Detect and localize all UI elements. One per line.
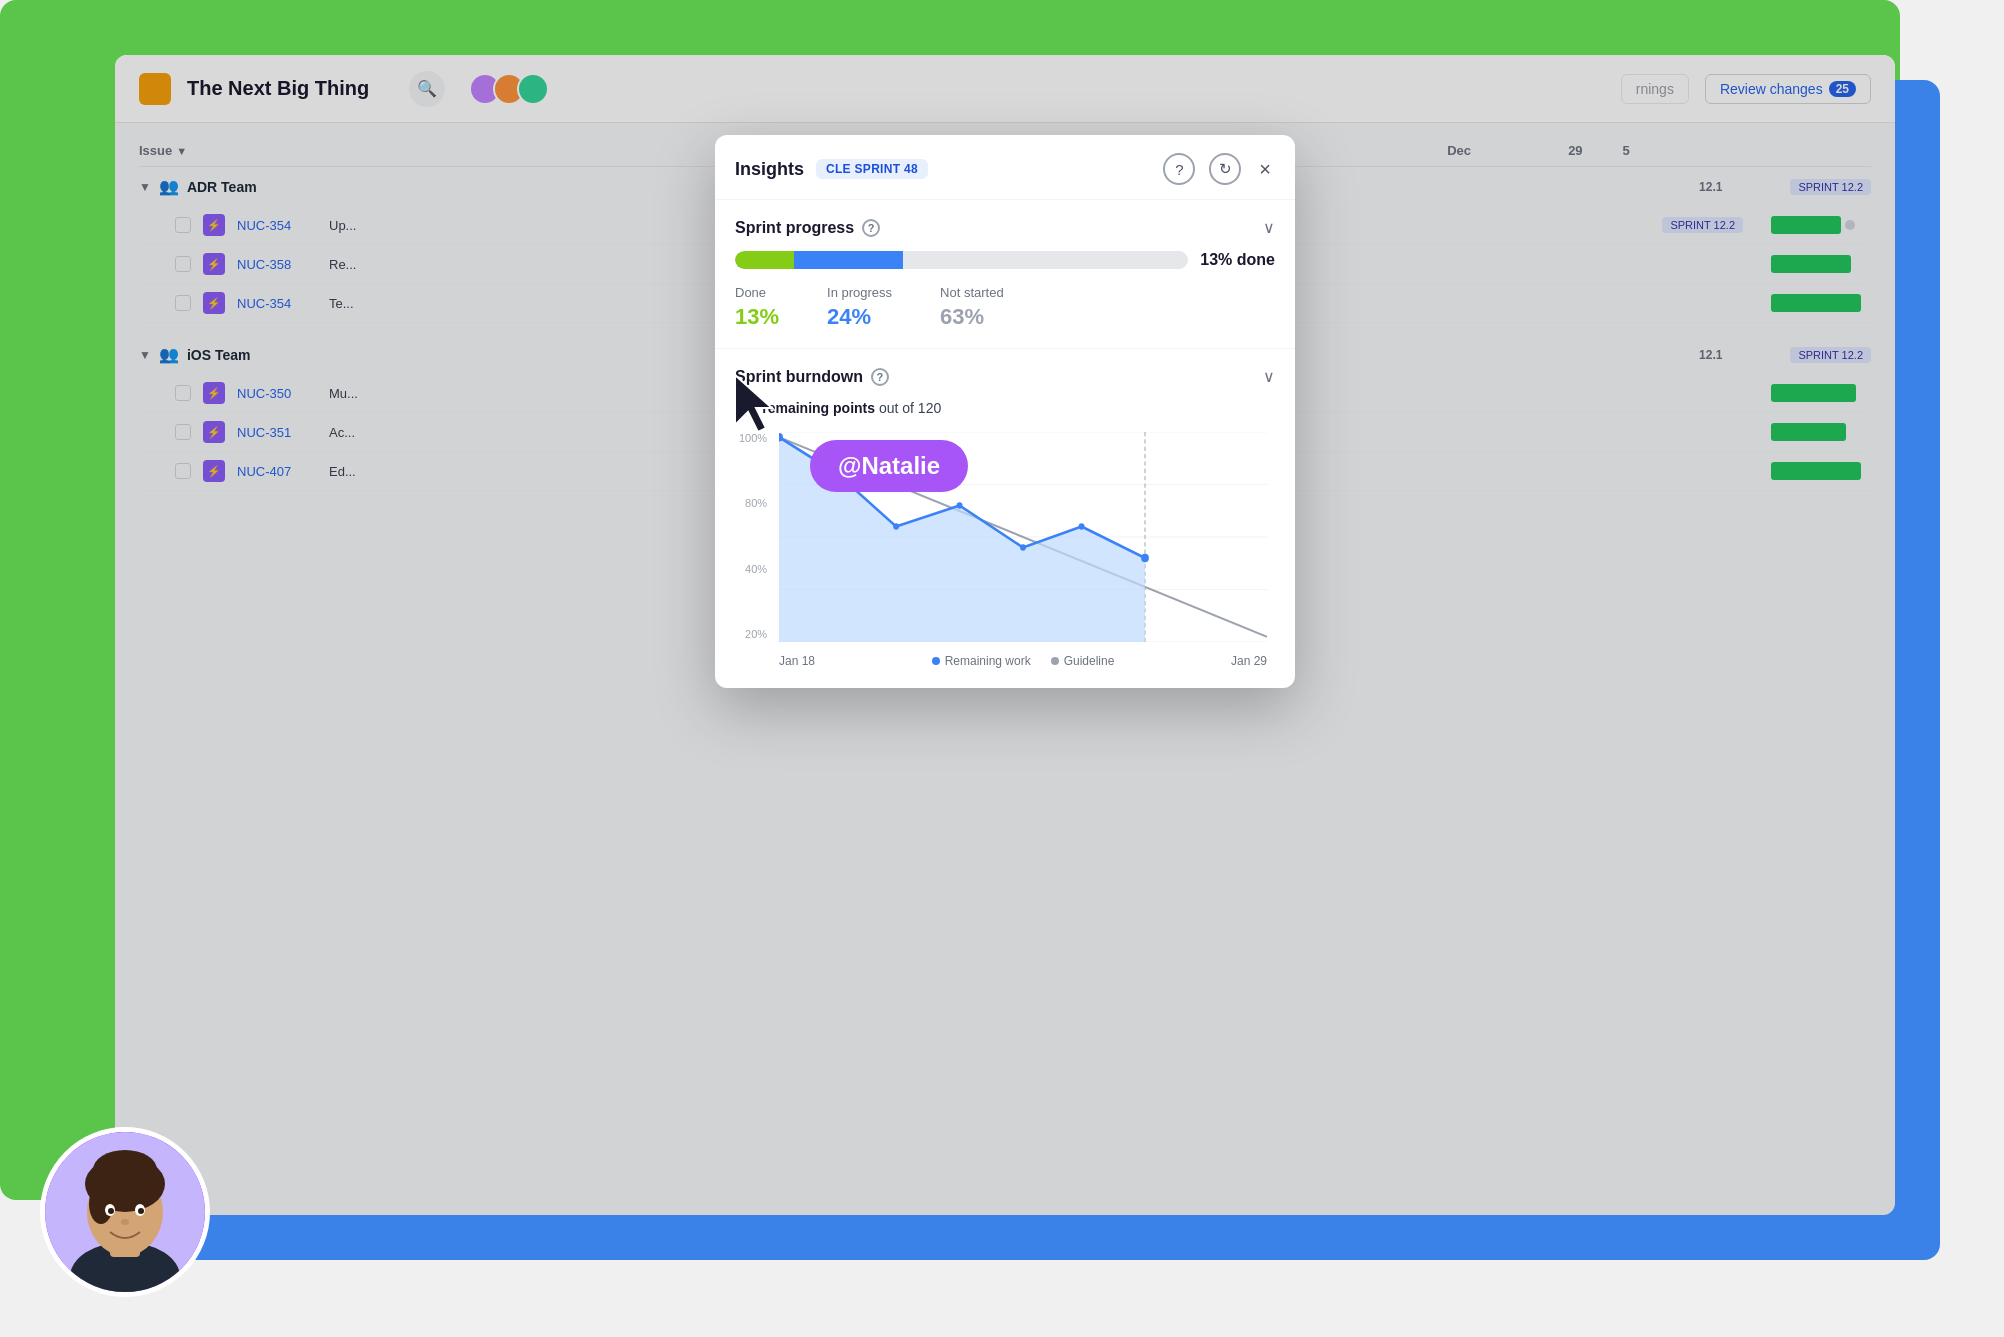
progress-percent-label: 13% done (1200, 251, 1275, 269)
sprint-badge: CLE SPRINT 48 (816, 159, 928, 179)
burndown-title: Sprint burndown (735, 368, 863, 386)
modal-overlay: Insights CLE SPRINT 48 ? ↻ × Sprint prog… (115, 55, 1895, 1215)
burndown-help[interactable]: ? (871, 368, 889, 386)
stat-inprogress-value: 24% (827, 304, 892, 330)
sprint-progress-collapse[interactable]: ∨ (1263, 218, 1275, 237)
svg-marker-7 (779, 437, 1145, 642)
svg-point-25 (108, 1208, 114, 1214)
stat-done-label: Done (735, 285, 779, 300)
legend-guideline-label: Guideline (1064, 654, 1115, 668)
y-axis-labels: 100% 80% 40% 20% (739, 432, 767, 640)
progress-done (735, 251, 794, 269)
burndown-chart-svg (779, 432, 1267, 642)
y-80: 80% (739, 497, 767, 509)
svg-point-10 (893, 523, 899, 529)
modal-header: Insights CLE SPRINT 48 ? ↻ × (715, 135, 1295, 200)
svg-point-9 (835, 471, 841, 477)
stat-done: Done 13% (735, 285, 779, 330)
legend-dot-gray (1051, 657, 1059, 665)
section-title: Sprint progress ? (735, 219, 880, 237)
burndown-section-header: Sprint burndown ? ∨ (735, 367, 1275, 386)
remaining-points: 100 remaining points (735, 400, 875, 416)
chart-wrapper: 100% 80% 40% 20% (779, 432, 1267, 668)
sprint-progress-title: Sprint progress (735, 219, 854, 237)
x-end-label: Jan 29 (1231, 654, 1267, 668)
stat-notstarted: Not started 63% (940, 285, 1004, 330)
sprint-burndown-section: Sprint burndown ? ∨ 100 remaining points… (715, 349, 1295, 688)
svg-point-21 (89, 1184, 113, 1224)
burndown-section-title: Sprint burndown ? (735, 368, 889, 386)
stat-notstarted-value: 63% (940, 304, 1004, 330)
profile-face-svg (45, 1132, 205, 1292)
question-icon: ? (1175, 161, 1183, 178)
help-button[interactable]: ? (1163, 153, 1195, 185)
svg-point-11 (957, 502, 963, 508)
insights-modal: Insights CLE SPRINT 48 ? ↻ × Sprint prog… (715, 135, 1295, 688)
x-start-label: Jan 18 (779, 654, 815, 668)
legend-guideline: Guideline (1051, 654, 1115, 668)
svg-point-22 (93, 1150, 157, 1190)
modal-header-actions: ? ↻ × (1163, 153, 1275, 185)
chart-footer: Jan 18 Remaining work Guideline Jan (779, 654, 1267, 668)
chart-legend: Remaining work Guideline (932, 654, 1115, 668)
legend-remaining-label: Remaining work (945, 654, 1031, 668)
stat-inprogress: In progress 24% (827, 285, 892, 330)
legend-dot-blue (932, 657, 940, 665)
refresh-button[interactable]: ↻ (1209, 153, 1241, 185)
y-20: 20% (739, 628, 767, 640)
progress-bar-container: 13% done (735, 251, 1275, 269)
refresh-icon: ↻ (1219, 160, 1232, 178)
y-40: 40% (739, 563, 767, 575)
app-window: The Next Big Thing 🔍 rnings Review chang… (115, 55, 1895, 1215)
modal-title: Insights (735, 159, 804, 180)
sprint-progress-help[interactable]: ? (862, 219, 880, 237)
svg-point-12 (1020, 544, 1026, 550)
svg-point-14 (1141, 554, 1149, 562)
progress-track (735, 251, 1188, 269)
burndown-subtitle: 100 remaining points out of 120 (735, 400, 1275, 416)
sprint-progress-section: Sprint progress ? ∨ 13% done Done 13% (715, 200, 1295, 349)
section-header: Sprint progress ? ∨ (735, 218, 1275, 237)
progress-stats: Done 13% In progress 24% Not started 63% (735, 285, 1275, 330)
y-100: 100% (739, 432, 767, 444)
svg-point-13 (1079, 523, 1085, 529)
close-button[interactable]: × (1255, 154, 1275, 185)
profile-avatar (40, 1127, 210, 1297)
stat-inprogress-label: In progress (827, 285, 892, 300)
svg-point-27 (121, 1219, 129, 1225)
stat-notstarted-label: Not started (940, 285, 1004, 300)
out-of: out of 120 (879, 400, 941, 416)
progress-inprogress (794, 251, 903, 269)
legend-remaining: Remaining work (932, 654, 1031, 668)
svg-point-26 (138, 1208, 144, 1214)
stat-done-value: 13% (735, 304, 779, 330)
burndown-collapse[interactable]: ∨ (1263, 367, 1275, 386)
